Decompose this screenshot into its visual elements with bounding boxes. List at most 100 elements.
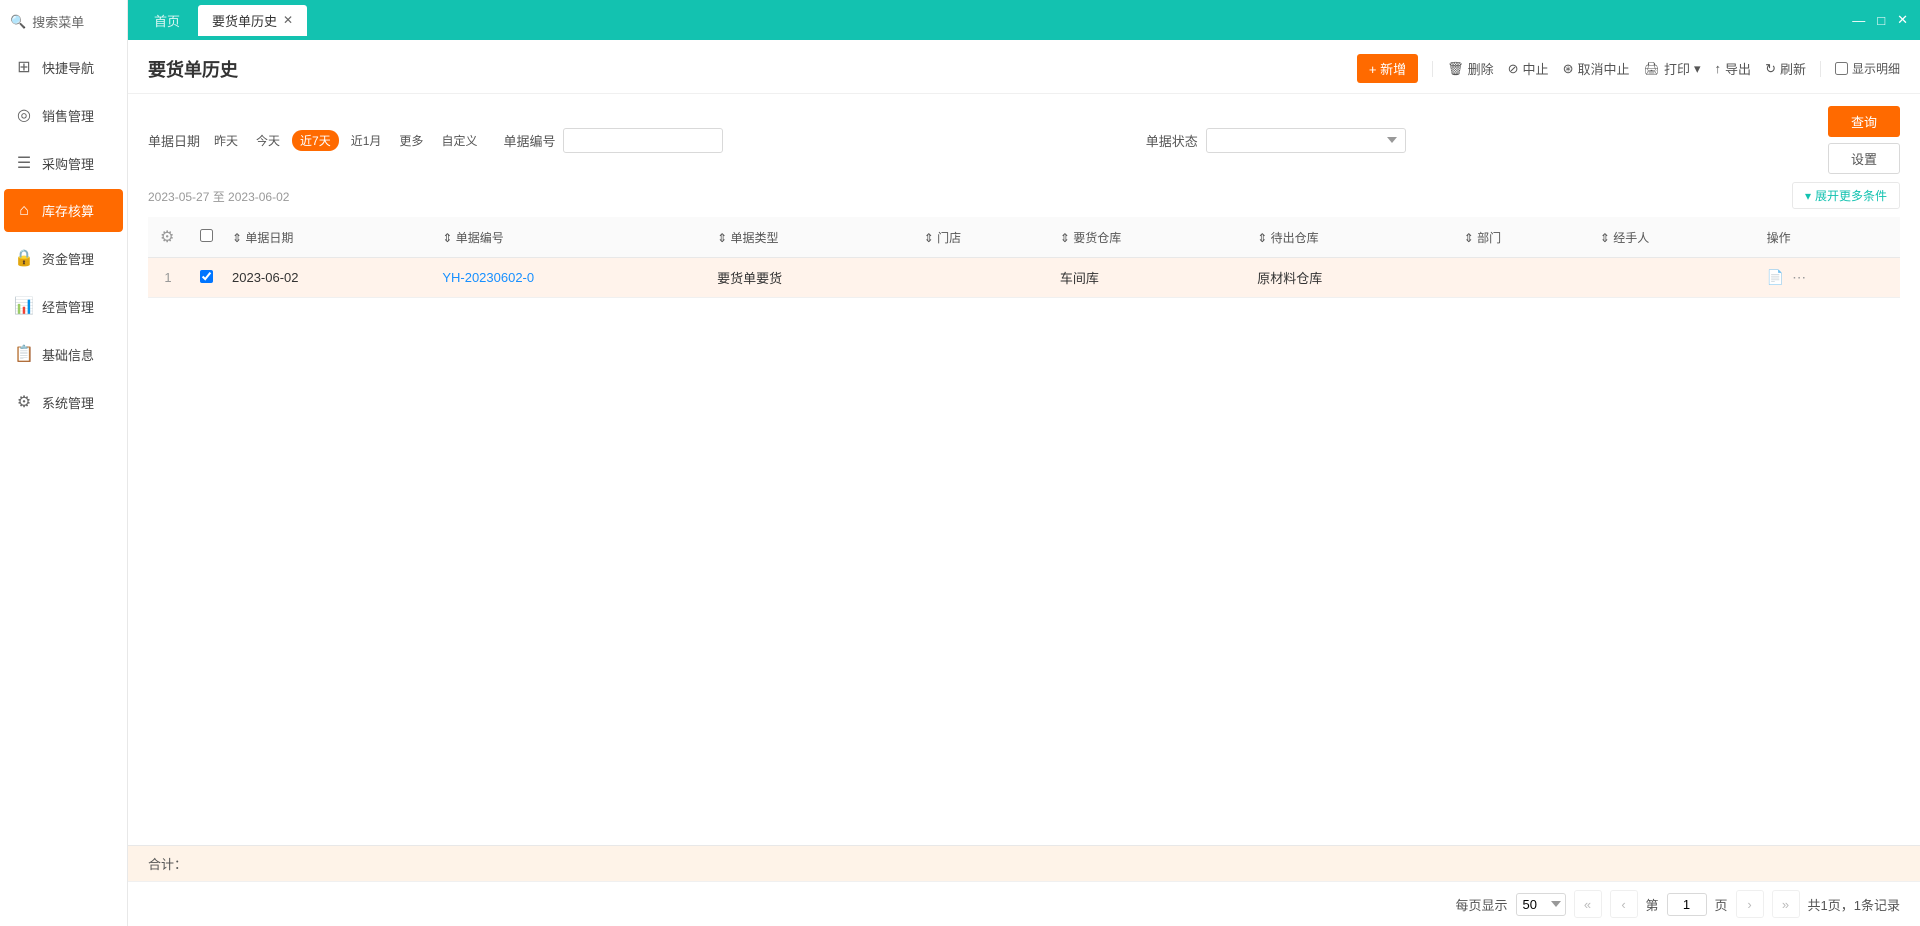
row-edit-icon[interactable]: 📄 [1767,269,1784,286]
date-filter-label: 单据日期 [148,131,200,150]
print-label: 打印 [1664,59,1690,78]
sales-icon: ◎ [14,105,34,125]
refresh-button[interactable]: ↻ 刷新 [1765,59,1806,78]
col-pendwh-sort-icon: ⇕ [1257,231,1270,245]
col-handler[interactable]: ⇕ 经手人 [1592,217,1759,258]
tab-requisition-history[interactable]: 要货单历史 ✕ [198,5,307,36]
col-req-warehouse[interactable]: ⇕ 要货仓库 [1052,217,1249,258]
topbar: 首页 要货单历史 ✕ — □ ✕ [128,0,1920,40]
col-date-label: ⇕ [232,231,245,245]
display-compact-toggle[interactable]: 显示明细 [1835,60,1900,77]
finance-icon: 🔒 [14,248,34,268]
display-compact-checkbox[interactable] [1835,62,1848,75]
add-button[interactable]: + 新增 [1357,54,1418,83]
row-pending-warehouse: 原材料仓库 [1249,258,1456,298]
pagination: 每页显示 50 10 20 100 « ‹ 第 页 › » 共1页，1条记录 [128,881,1920,926]
stop-button[interactable]: ⊘ 中止 [1508,59,1549,78]
status-select[interactable] [1206,128,1406,153]
tab-home[interactable]: 首页 [140,5,194,36]
col-pending-warehouse[interactable]: ⇕ 待出仓库 [1249,217,1456,258]
date-btn-today[interactable]: 今天 [250,130,286,151]
delete-label: 删除 [1468,59,1494,78]
action-buttons: 查询 设置 [1828,106,1900,174]
export-icon: ↑ [1715,61,1722,76]
date-btn-7days[interactable]: 近7天 [292,130,339,151]
sidebar-item-base[interactable]: 📋 基础信息 [4,332,123,376]
settings-button[interactable]: 设置 [1828,143,1900,174]
main-content: 首页 要货单历史 ✕ — □ ✕ 要货单历史 + 新增 🗑 删除 ⊘ [128,0,1920,926]
col-date[interactable]: ⇕ 单据日期 [224,217,434,258]
sidebar-item-sales[interactable]: ◎ 销售管理 [4,93,123,137]
window-maximize-icon[interactable]: □ [1877,13,1885,28]
print-button[interactable]: 🖨 打印 ▾ [1643,59,1700,78]
col-bill-type[interactable]: ⇕ 单据类型 [709,217,916,258]
operations-icon: 📊 [14,296,34,316]
window-close-icon[interactable]: ✕ [1897,12,1908,28]
filter-row-1: 单据日期 昨天 今天 近7天 近1月 更多 自定义 单据编号 单据状态 [148,106,1900,174]
sidebar-item-inventory[interactable]: ⌂ 库存核算 [4,189,123,232]
pagination-prev[interactable]: ‹ [1610,890,1638,918]
sidebar-item-shortcut[interactable]: ⊞ 快捷导航 [4,45,123,89]
date-range-display: 2023-05-27 至 2023-06-02 [148,188,289,205]
sidebar-search[interactable]: 🔍 搜索菜单 [0,0,127,43]
date-btn-custom[interactable]: 自定义 [435,130,483,151]
bill-number-input[interactable] [563,128,723,153]
table-header: ⚙ ⇕ 单据日期 ⇕ 单据编号 [148,217,1900,258]
sidebar-item-operations[interactable]: 📊 经营管理 [4,284,123,328]
expand-more-button[interactable]: ▾ 展开更多条件 [1792,182,1900,209]
col-reqwh-sort-icon: ⇕ [1060,231,1073,245]
display-compact-label: 显示明细 [1852,60,1900,77]
col-checkbox [188,217,224,258]
cancel-stop-label: 取消中止 [1577,59,1629,78]
sidebar: 🔍 搜索菜单 ⊞ 快捷导航 ◎ 销售管理 ☰ 采购管理 ⌂ 库存核算 🔒 资金管… [0,0,128,926]
page-suffix: 页 [1715,895,1728,914]
sidebar-item-system[interactable]: ⚙ 系统管理 [4,380,123,424]
pagination-prev-prev[interactable]: « [1574,890,1602,918]
cancel-stop-button[interactable]: ⊛ 取消中止 [1563,59,1630,78]
sidebar-item-label: 销售管理 [42,106,94,125]
status-label: 单据状态 [1146,131,1198,150]
page-number-input[interactable] [1667,893,1707,916]
shortcut-icon: ⊞ [14,57,34,77]
date-btn-more[interactable]: 更多 [393,130,429,151]
divider2 [1820,61,1821,77]
search-icon: 🔍 [10,14,26,30]
row-actions-cell: 📄 ⋯ [1759,258,1900,298]
base-icon: 📋 [14,344,34,364]
pagination-next-next[interactable]: » [1772,890,1800,918]
date-btn-yesterday[interactable]: 昨天 [208,130,244,151]
refresh-label: 刷新 [1780,59,1806,78]
pagination-next[interactable]: › [1736,890,1764,918]
col-bill-no[interactable]: ⇕ 单据编号 [434,217,709,258]
row-handler [1592,258,1759,298]
col-settings: ⚙ [148,217,188,258]
query-button[interactable]: 查询 [1828,106,1900,137]
row-checkbox[interactable] [200,270,213,283]
row-more-icon[interactable]: ⋯ [1792,269,1806,286]
column-settings-icon[interactable]: ⚙ [156,225,178,250]
col-billno-sort-icon: ⇕ [442,231,455,245]
col-store[interactable]: ⇕ 门店 [916,217,1052,258]
select-all-checkbox[interactable] [200,229,213,242]
bill-no-link[interactable]: YH-20230602-0 [442,270,534,285]
table-body: 1 2023-06-02 YH-20230602-0 要货单要货 [148,258,1900,298]
expand-icon: ▾ [1805,189,1811,203]
delete-button[interactable]: 🗑 删除 [1447,59,1494,78]
topbar-right: — □ ✕ [1852,12,1908,28]
table-footer: 合计： [128,845,1920,881]
sidebar-item-purchase[interactable]: ☰ 采购管理 [4,141,123,185]
window-minimize-icon[interactable]: — [1852,13,1865,28]
print-dropdown-icon: ▾ [1694,61,1701,77]
sidebar-item-finance[interactable]: 🔒 资金管理 [4,236,123,280]
export-button[interactable]: ↑ 导出 [1715,59,1752,78]
date-btn-1month[interactable]: 近1月 [345,130,388,151]
col-actions: 操作 [1759,217,1900,258]
per-page-select[interactable]: 50 10 20 100 [1516,893,1566,916]
expand-label: 展开更多条件 [1815,187,1887,204]
purchase-icon: ☰ [14,153,34,173]
status-filter: 单据状态 [1146,128,1406,153]
row-department [1456,258,1592,298]
col-billtype-sort-icon: ⇕ [717,231,730,245]
tab-close-icon[interactable]: ✕ [283,13,293,27]
col-department[interactable]: ⇕ 部门 [1456,217,1592,258]
